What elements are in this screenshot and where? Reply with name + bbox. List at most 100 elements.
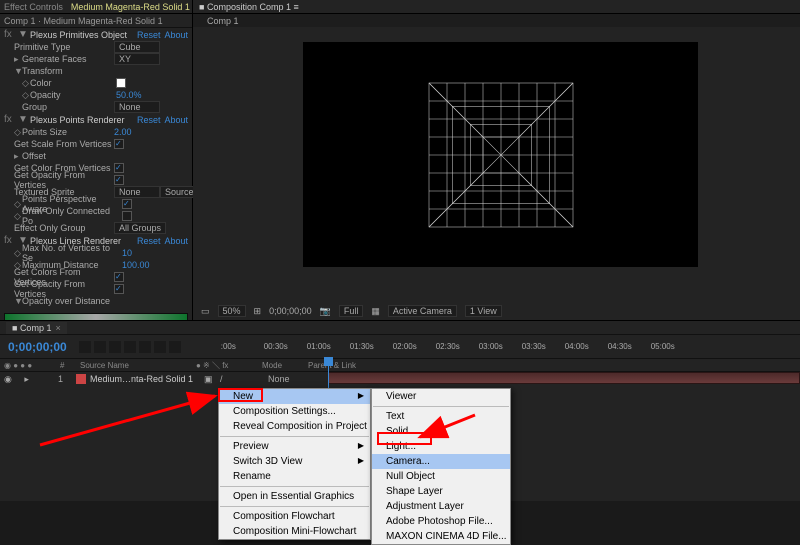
stopwatch-icon[interactable]: ◇ <box>14 211 22 222</box>
menu-viewer[interactable]: Viewer <box>372 389 510 404</box>
menu-new[interactable]: New▶ <box>219 389 370 404</box>
fx-toggle-icon[interactable]: fx <box>4 114 14 125</box>
menu-light[interactable]: Light... <box>372 439 510 454</box>
col-source-name[interactable]: Source Name <box>80 361 190 370</box>
fx-toggle-icon[interactable]: fx <box>4 235 14 246</box>
checkbox-get-opacity[interactable] <box>114 175 124 185</box>
disclosure-triangle-icon[interactable]: ▼ <box>14 66 22 76</box>
disclosure-triangle-icon[interactable]: ▼ <box>18 29 26 40</box>
menu-photoshop-file[interactable]: Adobe Photoshop File... <box>372 514 510 529</box>
disclosure-triangle-icon[interactable]: ▼ <box>14 296 22 306</box>
mask-icon[interactable]: ▭ <box>201 306 210 317</box>
menu-adjustment-layer[interactable]: Adjustment Layer <box>372 499 510 514</box>
tool-icon[interactable] <box>169 341 181 353</box>
layer-duration-bar[interactable] <box>328 372 800 384</box>
checkbox-get-opacity[interactable] <box>114 284 124 294</box>
tab-effect-item[interactable]: Medium Magenta-Red Solid 1 <box>71 2 190 12</box>
menu-null-object[interactable]: Null Object <box>372 469 510 484</box>
prop-label: Effect Only Group <box>14 223 114 233</box>
about-link[interactable]: About <box>164 115 188 125</box>
disclosure-triangle-icon[interactable]: ▸ <box>14 54 22 65</box>
view-dropdown[interactable]: Active Camera <box>388 305 457 317</box>
menu-essential-graphics[interactable]: Open in Essential Graphics <box>219 489 370 504</box>
tool-icon[interactable] <box>139 341 151 353</box>
tool-icon[interactable] <box>109 341 121 353</box>
dropdown-generate-faces[interactable]: XY <box>114 53 160 65</box>
resolution-icon[interactable]: ⊞ <box>254 306 262 317</box>
menu-shape-layer[interactable]: Shape Layer <box>372 484 510 499</box>
tool-icon[interactable] <box>124 341 136 353</box>
value-point-size[interactable]: 2.00 <box>114 127 132 137</box>
layer-name[interactable]: Medium…nta-Red Solid 1 <box>90 374 200 384</box>
stopwatch-icon[interactable]: ◇ <box>14 248 22 259</box>
menu-reveal-composition[interactable]: Reveal Composition in Project <box>219 419 370 434</box>
menu-c4d-file[interactable]: MAXON CINEMA 4D File... <box>372 529 510 544</box>
about-link[interactable]: About <box>164 236 188 246</box>
stopwatch-icon[interactable]: ◇ <box>14 127 22 138</box>
menu-composition-settings[interactable]: Composition Settings... <box>219 404 370 419</box>
checkbox-get-color[interactable] <box>114 163 124 173</box>
viewcount-dropdown[interactable]: 1 View <box>465 305 502 317</box>
timecode[interactable]: 0;00;00;00 <box>269 306 312 316</box>
menu-solid[interactable]: Solid... <box>372 424 510 439</box>
prop-label: Opacity <box>30 90 116 100</box>
grid-icon[interactable]: ▦ <box>371 306 380 317</box>
tab-timeline-comp[interactable]: ■ Comp 1× <box>6 322 67 334</box>
checkbox-perspective[interactable] <box>122 199 132 209</box>
stopwatch-icon[interactable]: ◇ <box>22 90 30 101</box>
dropdown-group[interactable]: None <box>114 101 160 113</box>
checkbox-draw-only-connected[interactable] <box>122 211 132 221</box>
effect-name[interactable]: Plexus Points Renderer <box>30 115 133 125</box>
reset-link[interactable]: Reset <box>137 30 161 40</box>
submenu-arrow-icon: ▶ <box>358 456 364 465</box>
submenu-arrow-icon: ▶ <box>358 391 364 400</box>
menu-mini-flowchart[interactable]: Composition Mini-Flowchart <box>219 524 370 539</box>
close-icon[interactable]: × <box>55 323 60 333</box>
value-max-distance[interactable]: 100.00 <box>122 260 150 270</box>
menu-flowchart[interactable]: Composition Flowchart <box>219 509 370 524</box>
layer-color-chip[interactable] <box>76 374 86 384</box>
dropdown-effect-only-group[interactable]: All Groups <box>114 222 166 234</box>
reset-link[interactable]: Reset <box>137 115 161 125</box>
tab-effect-controls[interactable]: Effect Controls <box>4 2 63 12</box>
menu-switch-3d-view[interactable]: Switch 3D View▶ <box>219 454 370 469</box>
menu-preview[interactable]: Preview▶ <box>219 439 370 454</box>
prop-label: Group <box>22 102 114 112</box>
layer-columns-header: ◉ ● ● ● # Source Name ● ※ ＼ fx Mode Pare… <box>0 359 800 372</box>
value-max-vertices[interactable]: 10 <box>122 248 132 258</box>
menu-camera[interactable]: Camera... <box>372 454 510 469</box>
menu-rename[interactable]: Rename <box>219 469 370 484</box>
track-area[interactable] <box>328 372 800 386</box>
search-icon[interactable] <box>79 341 91 353</box>
tool-icon[interactable] <box>94 341 106 353</box>
panel-effect-controls: Effect Controls Medium Magenta-Red Solid… <box>0 0 193 320</box>
tool-icon[interactable] <box>154 341 166 353</box>
time-ruler[interactable]: :00s00:30s01:00s01:30s02:00s02:30s03:00s… <box>215 342 800 351</box>
zoom-dropdown[interactable]: 50% <box>218 305 246 317</box>
color-swatch[interactable] <box>116 78 126 88</box>
stopwatch-icon[interactable]: ◇ <box>22 78 30 89</box>
disclosure-triangle-icon[interactable]: ▼ <box>18 114 26 125</box>
about-link[interactable]: About <box>164 30 188 40</box>
tab-composition[interactable]: ■ Composition Comp 1 ≡ <box>199 2 299 12</box>
stopwatch-icon[interactable]: ◇ <box>14 199 22 210</box>
plexus-cube-preview <box>411 65 591 245</box>
viewer-footer: ▭ 50% ⊞ 0;00;00;00 📷 Full ▦ Active Camer… <box>193 304 800 318</box>
checkbox-get-scale[interactable] <box>114 139 124 149</box>
effect-name[interactable]: Plexus Primitives Object <box>30 30 133 40</box>
current-time[interactable]: 0;00;00;00 <box>0 340 75 354</box>
reset-link[interactable]: Reset <box>137 236 161 246</box>
prop-label: Opacity over Distance <box>22 296 122 306</box>
disclosure-triangle-icon[interactable]: ▸ <box>14 151 22 162</box>
comp-name[interactable]: Comp 1 <box>207 16 239 26</box>
snapshot-icon[interactable]: 📷 <box>320 306 331 317</box>
checkbox-get-colors[interactable] <box>114 272 124 282</box>
dropdown-primitive-type[interactable]: Cube <box>114 41 160 53</box>
fx-toggle-icon[interactable]: fx <box>4 29 14 40</box>
resolution-dropdown[interactable]: Full <box>339 305 364 317</box>
value-opacity[interactable]: 50.0% <box>116 90 142 100</box>
dropdown-mode[interactable]: None <box>268 374 306 384</box>
menu-text[interactable]: Text <box>372 409 510 424</box>
comp-breadcrumb: Comp 1 <box>193 14 800 27</box>
composition-viewer[interactable] <box>303 42 698 267</box>
